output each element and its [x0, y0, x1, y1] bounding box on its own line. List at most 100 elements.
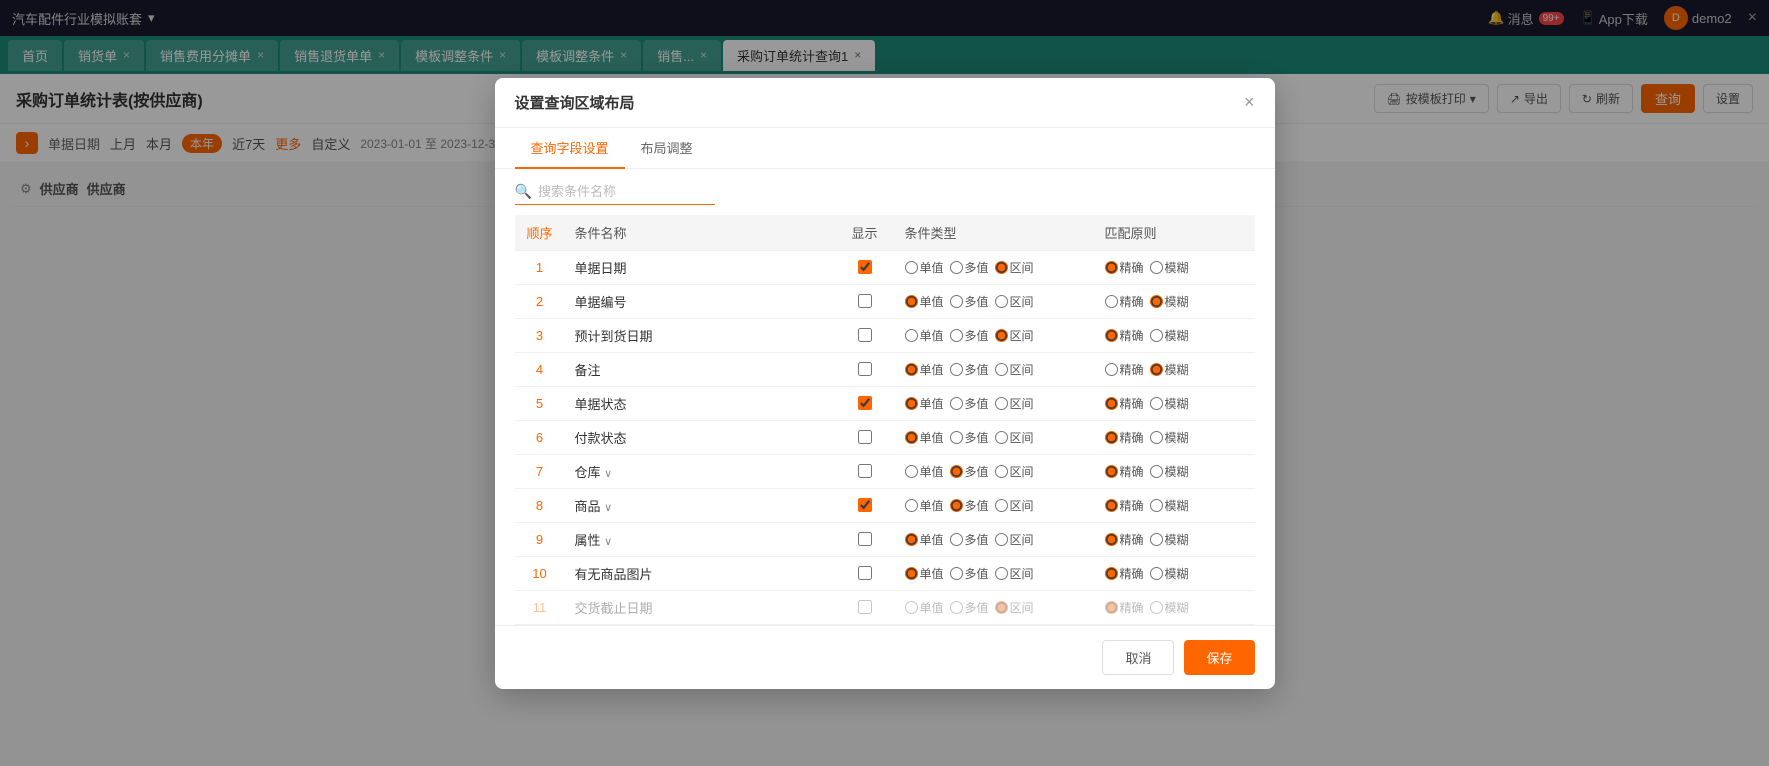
- show-checkbox[interactable]: [858, 430, 872, 444]
- match-radio-精确[interactable]: [1105, 329, 1118, 342]
- type-radio-label[interactable]: 单值: [905, 259, 944, 276]
- type-radio-区间[interactable]: [995, 465, 1008, 478]
- show-checkbox[interactable]: [858, 362, 872, 376]
- match-radio-模糊[interactable]: [1150, 601, 1163, 614]
- match-radio-精确[interactable]: [1105, 363, 1118, 376]
- type-radio-区间[interactable]: [995, 397, 1008, 410]
- dialog-close-button[interactable]: ×: [1244, 93, 1255, 111]
- match-radio-label[interactable]: 精确: [1105, 259, 1144, 276]
- match-radio-label[interactable]: 模糊: [1150, 293, 1189, 310]
- type-radio-单值[interactable]: [905, 363, 918, 376]
- type-radio-多值[interactable]: [950, 567, 963, 580]
- match-radio-模糊[interactable]: [1150, 363, 1163, 376]
- match-radio-label[interactable]: 精确: [1105, 565, 1144, 582]
- show-checkbox[interactable]: [858, 396, 872, 410]
- cancel-button[interactable]: 取消: [1102, 640, 1174, 675]
- match-radio-模糊[interactable]: [1150, 533, 1163, 546]
- type-radio-label[interactable]: 区间: [995, 463, 1034, 480]
- match-radio-label[interactable]: 模糊: [1150, 429, 1189, 446]
- type-radio-多值[interactable]: [950, 329, 963, 342]
- type-radio-label[interactable]: 区间: [995, 497, 1034, 514]
- type-radio-区间[interactable]: [995, 363, 1008, 376]
- type-radio-多值[interactable]: [950, 601, 963, 614]
- match-radio-模糊[interactable]: [1150, 431, 1163, 444]
- match-radio-精确[interactable]: [1105, 499, 1118, 512]
- type-radio-label[interactable]: 单值: [905, 361, 944, 378]
- type-radio-单值[interactable]: [905, 295, 918, 308]
- type-radio-label[interactable]: 区间: [995, 565, 1034, 582]
- type-radio-label[interactable]: 单值: [905, 463, 944, 480]
- type-radio-label[interactable]: 单值: [905, 395, 944, 412]
- show-checkbox[interactable]: [858, 498, 872, 512]
- type-radio-label[interactable]: 多值: [950, 497, 989, 514]
- dialog-tab-layout[interactable]: 布局调整: [625, 128, 709, 169]
- type-radio-单值[interactable]: [905, 567, 918, 580]
- type-radio-label[interactable]: 多值: [950, 293, 989, 310]
- type-radio-多值[interactable]: [950, 533, 963, 546]
- type-radio-label[interactable]: 区间: [995, 395, 1034, 412]
- match-radio-label[interactable]: 模糊: [1150, 395, 1189, 412]
- type-radio-label[interactable]: 单值: [905, 293, 944, 310]
- type-radio-label[interactable]: 区间: [995, 531, 1034, 548]
- match-radio-label[interactable]: 精确: [1105, 531, 1144, 548]
- type-radio-区间[interactable]: [995, 601, 1008, 614]
- type-radio-单值[interactable]: [905, 465, 918, 478]
- match-radio-label[interactable]: 精确: [1105, 395, 1144, 412]
- match-radio-精确[interactable]: [1105, 465, 1118, 478]
- type-radio-单值[interactable]: [905, 329, 918, 342]
- type-radio-区间[interactable]: [995, 567, 1008, 580]
- show-checkbox[interactable]: [858, 464, 872, 478]
- match-radio-label[interactable]: 精确: [1105, 293, 1144, 310]
- match-radio-精确[interactable]: [1105, 431, 1118, 444]
- search-input[interactable]: [538, 184, 698, 199]
- match-radio-模糊[interactable]: [1150, 329, 1163, 342]
- match-radio-label[interactable]: 精确: [1105, 497, 1144, 514]
- type-radio-单值[interactable]: [905, 533, 918, 546]
- type-radio-区间[interactable]: [995, 329, 1008, 342]
- type-radio-label[interactable]: 单值: [905, 531, 944, 548]
- type-radio-label[interactable]: 多值: [950, 259, 989, 276]
- match-radio-label[interactable]: 模糊: [1150, 599, 1189, 616]
- dialog-tab-fields[interactable]: 查询字段设置: [515, 128, 625, 169]
- type-radio-label[interactable]: 区间: [995, 327, 1034, 344]
- type-radio-label[interactable]: 多值: [950, 327, 989, 344]
- show-checkbox[interactable]: [858, 294, 872, 308]
- match-radio-精确[interactable]: [1105, 397, 1118, 410]
- type-radio-多值[interactable]: [950, 465, 963, 478]
- type-radio-区间[interactable]: [995, 533, 1008, 546]
- type-radio-多值[interactable]: [950, 363, 963, 376]
- type-radio-label[interactable]: 多值: [950, 395, 989, 412]
- match-radio-label[interactable]: 精确: [1105, 429, 1144, 446]
- expand-icon[interactable]: ∨: [604, 536, 612, 548]
- match-radio-label[interactable]: 模糊: [1150, 259, 1189, 276]
- type-radio-label[interactable]: 单值: [905, 429, 944, 446]
- match-radio-label[interactable]: 模糊: [1150, 327, 1189, 344]
- type-radio-label[interactable]: 多值: [950, 429, 989, 446]
- type-radio-label[interactable]: 单值: [905, 565, 944, 582]
- type-radio-label[interactable]: 多值: [950, 463, 989, 480]
- show-checkbox[interactable]: [858, 532, 872, 546]
- type-radio-label[interactable]: 多值: [950, 565, 989, 582]
- type-radio-label[interactable]: 区间: [995, 361, 1034, 378]
- match-radio-精确[interactable]: [1105, 601, 1118, 614]
- type-radio-多值[interactable]: [950, 261, 963, 274]
- type-radio-区间[interactable]: [995, 431, 1008, 444]
- type-radio-区间[interactable]: [995, 261, 1008, 274]
- match-radio-label[interactable]: 模糊: [1150, 565, 1189, 582]
- type-radio-单值[interactable]: [905, 499, 918, 512]
- match-radio-模糊[interactable]: [1150, 261, 1163, 274]
- type-radio-单值[interactable]: [905, 601, 918, 614]
- match-radio-label[interactable]: 模糊: [1150, 531, 1189, 548]
- type-radio-label[interactable]: 多值: [950, 361, 989, 378]
- expand-icon[interactable]: ∨: [604, 468, 612, 480]
- show-checkbox[interactable]: [858, 260, 872, 274]
- show-checkbox[interactable]: [858, 328, 872, 342]
- type-radio-区间[interactable]: [995, 499, 1008, 512]
- match-radio-label[interactable]: 精确: [1105, 361, 1144, 378]
- type-radio-多值[interactable]: [950, 295, 963, 308]
- type-radio-label[interactable]: 区间: [995, 599, 1034, 616]
- type-radio-label[interactable]: 单值: [905, 327, 944, 344]
- match-radio-label[interactable]: 精确: [1105, 463, 1144, 480]
- match-radio-模糊[interactable]: [1150, 567, 1163, 580]
- expand-icon[interactable]: ∨: [604, 502, 612, 514]
